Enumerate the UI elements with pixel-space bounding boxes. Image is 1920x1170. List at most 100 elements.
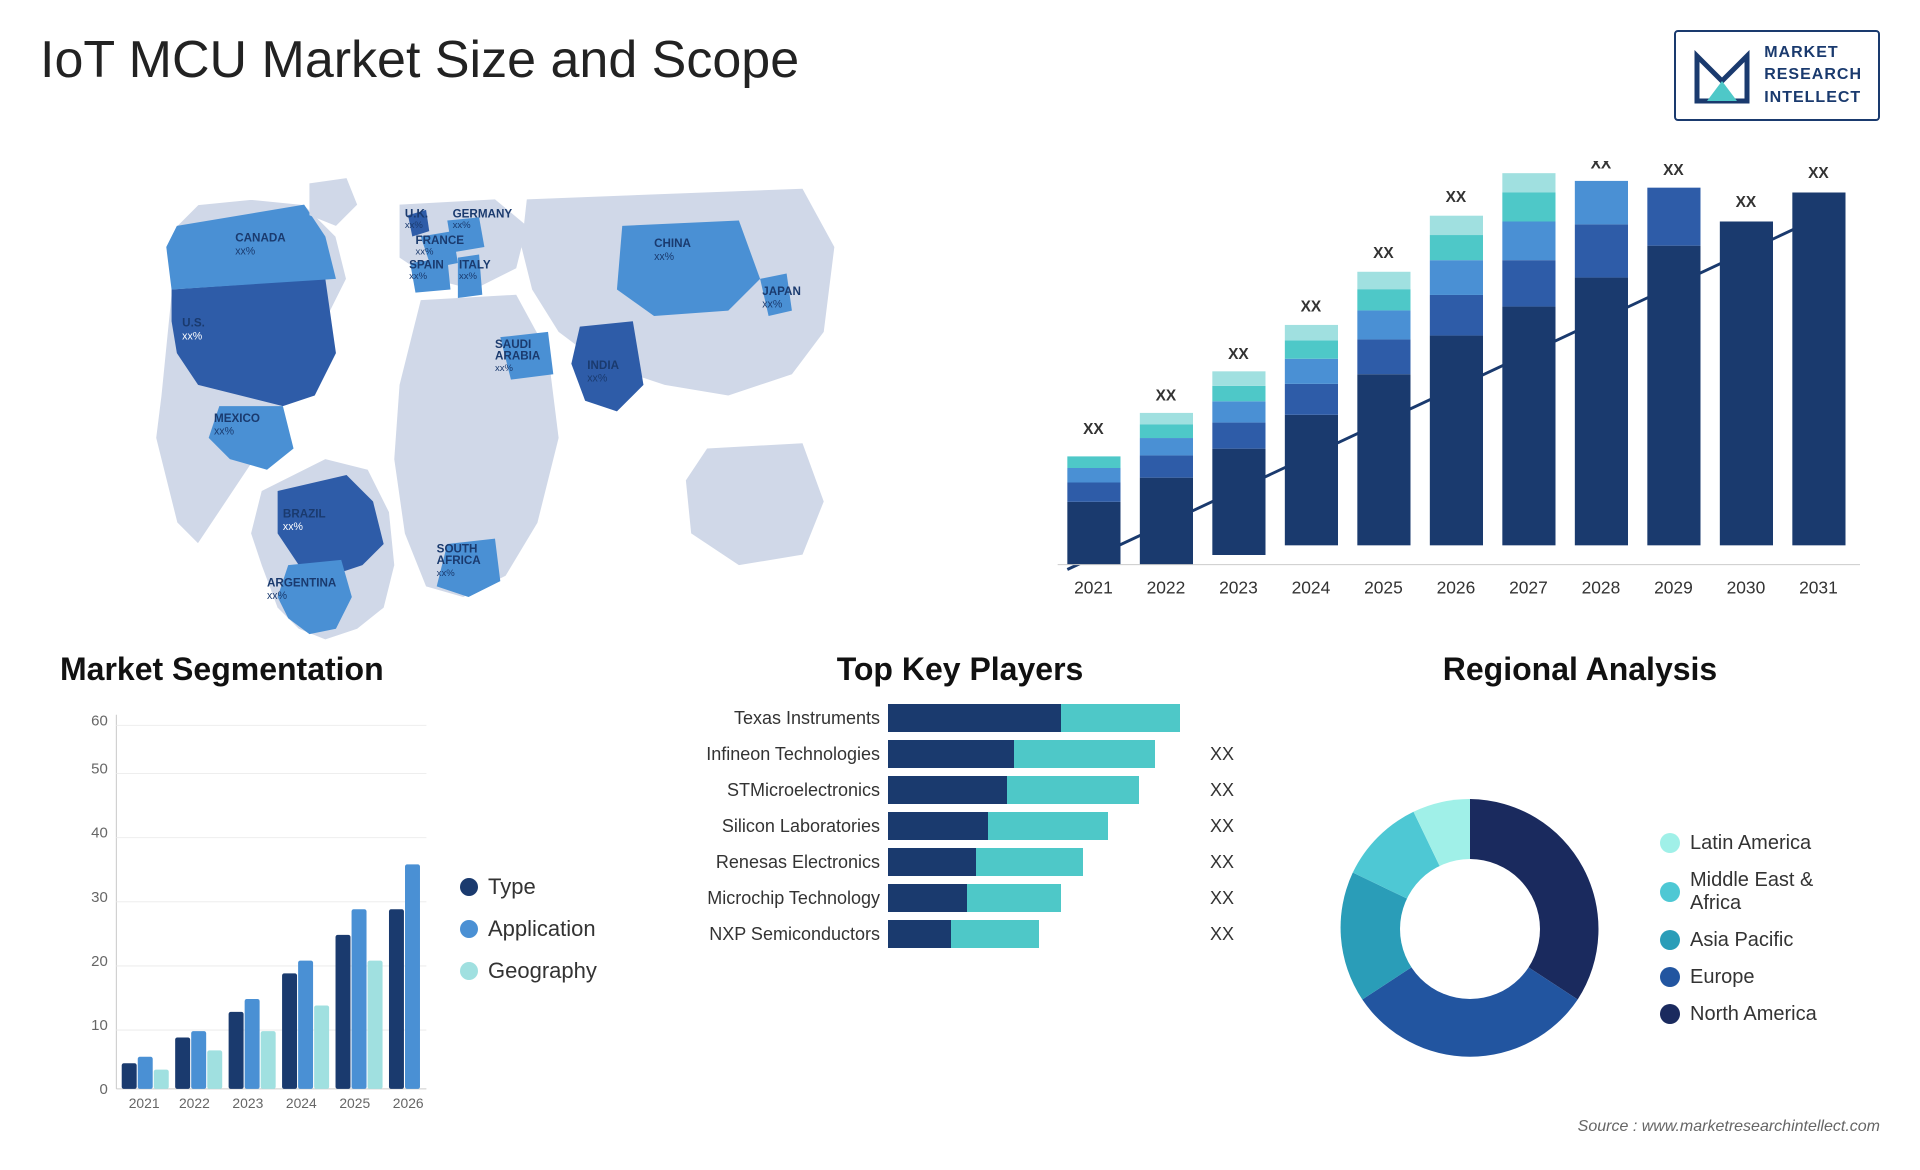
- player-xx-microchip: XX: [1210, 888, 1240, 909]
- legend-dot-latin: [1660, 833, 1680, 853]
- player-name-st: STMicroelectronics: [680, 780, 880, 801]
- legend-label-application: Application: [488, 916, 596, 942]
- legend-geography: Geography: [460, 958, 620, 984]
- player-bar-st: [888, 776, 1202, 804]
- svg-text:XX: XX: [1663, 162, 1684, 179]
- svg-text:ITALY: ITALY: [459, 258, 491, 271]
- svg-text:2025: 2025: [339, 1095, 370, 1111]
- svg-text:2026: 2026: [393, 1095, 424, 1111]
- regional-section: Regional Analysis: [1280, 641, 1880, 1170]
- svg-text:xx%: xx%: [762, 299, 783, 311]
- legend-dot-europe: [1660, 967, 1680, 987]
- svg-text:xx%: xx%: [409, 271, 428, 282]
- svg-text:30: 30: [91, 889, 108, 906]
- svg-text:GERMANY: GERMANY: [453, 208, 513, 221]
- segmentation-title: Market Segmentation: [60, 651, 620, 688]
- player-bar-dark-texas: [888, 704, 1061, 732]
- svg-text:2029: 2029: [1654, 578, 1693, 598]
- player-bar-cyan-st: [1007, 776, 1139, 804]
- player-bar-dark-renesas: [888, 848, 976, 876]
- player-bar-cyan-infineon: [1014, 740, 1155, 768]
- svg-text:10: 10: [91, 1017, 108, 1034]
- legend-dot-application: [460, 920, 478, 938]
- source-text: Source : www.marketresearchintellect.com: [1578, 1118, 1880, 1136]
- svg-text:JAPAN: JAPAN: [762, 285, 801, 298]
- svg-text:MEXICO: MEXICO: [214, 412, 260, 425]
- player-row-infineon: Infineon Technologies XX: [680, 740, 1240, 768]
- regional-title: Regional Analysis: [1300, 651, 1860, 688]
- player-row-st: STMicroelectronics XX: [680, 776, 1240, 804]
- svg-text:2031: 2031: [1799, 578, 1838, 598]
- player-bars: Texas Instruments Infineon Technologies …: [680, 704, 1240, 948]
- player-row-texas: Texas Instruments: [680, 704, 1240, 732]
- svg-text:SPAIN: SPAIN: [409, 258, 444, 271]
- svg-text:2024: 2024: [1292, 578, 1331, 598]
- svg-text:XX: XX: [1518, 161, 1539, 163]
- svg-text:2027: 2027: [1509, 578, 1548, 598]
- legend-dot-asia: [1660, 930, 1680, 950]
- svg-text:2023: 2023: [232, 1095, 263, 1111]
- player-name-microchip: Microchip Technology: [680, 888, 880, 909]
- player-bar-dark-nxp: [888, 920, 951, 948]
- svg-text:ARABIA: ARABIA: [495, 350, 541, 363]
- legend-dot-geography: [460, 962, 478, 980]
- svg-text:50: 50: [91, 761, 108, 778]
- logo-text: MARKETRESEARCHINTELLECT: [1764, 42, 1862, 109]
- svg-text:2026: 2026: [1437, 578, 1476, 598]
- player-row-silicon: Silicon Laboratories XX: [680, 812, 1240, 840]
- player-bar-infineon: [888, 740, 1202, 768]
- svg-text:xx%: xx%: [214, 426, 235, 438]
- logo-container: MARKETRESEARCHINTELLECT: [1674, 30, 1880, 121]
- player-xx-nxp: XX: [1210, 924, 1240, 945]
- legend-application: Application: [460, 916, 620, 942]
- svg-text:2021: 2021: [1074, 578, 1113, 598]
- legend-label-latin: Latin America: [1690, 832, 1811, 855]
- logo-icon: [1692, 46, 1752, 106]
- player-name-infineon: Infineon Technologies: [680, 744, 880, 765]
- top-row: CANADA xx% U.S. xx% MEXICO xx% BRAZIL xx…: [40, 141, 1880, 631]
- player-xx-silicon: XX: [1210, 816, 1240, 837]
- svg-text:xx%: xx%: [459, 271, 478, 282]
- svg-text:2025: 2025: [1364, 578, 1403, 598]
- growth-chart-section: XX 2021 XX 2022 XX 2023: [970, 141, 1880, 650]
- svg-text:xx%: xx%: [283, 521, 304, 533]
- svg-text:2022: 2022: [179, 1095, 210, 1111]
- player-bar-cyan-renesas: [976, 848, 1083, 876]
- key-players-section: Top Key Players Texas Instruments Infine…: [660, 641, 1260, 1170]
- legend-type: Type: [460, 874, 620, 900]
- svg-text:XX: XX: [1228, 346, 1249, 363]
- legend-label-mea: Middle East &Africa: [1690, 869, 1813, 915]
- seg-chart-area: 0 10 20 30 40 50 60: [60, 704, 620, 1153]
- player-bar-dark-infineon: [888, 740, 1014, 768]
- svg-text:xx%: xx%: [267, 590, 288, 602]
- svg-text:FRANCE: FRANCE: [415, 234, 464, 247]
- player-row-nxp: NXP Semiconductors XX: [680, 920, 1240, 948]
- svg-text:2023: 2023: [1219, 578, 1258, 598]
- svg-text:xx%: xx%: [654, 251, 675, 263]
- svg-text:2024: 2024: [286, 1095, 317, 1111]
- player-xx-infineon: XX: [1210, 744, 1240, 765]
- map-section: CANADA xx% U.S. xx% MEXICO xx% BRAZIL xx…: [40, 141, 950, 650]
- svg-text:xx%: xx%: [235, 246, 256, 258]
- svg-text:xx%: xx%: [405, 220, 424, 231]
- key-players-title: Top Key Players: [680, 651, 1240, 688]
- world-map-svg: CANADA xx% U.S. xx% MEXICO xx% BRAZIL xx…: [40, 141, 950, 650]
- svg-text:XX: XX: [1083, 421, 1104, 438]
- svg-text:ARGENTINA: ARGENTINA: [267, 577, 337, 590]
- player-bar-cyan-texas: [1061, 704, 1180, 732]
- svg-text:xx%: xx%: [182, 330, 203, 342]
- seg-legend: Type Application Geography: [460, 704, 620, 1153]
- svg-text:60: 60: [91, 713, 108, 730]
- svg-text:xx%: xx%: [495, 363, 514, 374]
- legend-label-europe: Europe: [1690, 966, 1755, 989]
- svg-text:40: 40: [91, 825, 108, 842]
- svg-text:2021: 2021: [129, 1095, 160, 1111]
- svg-text:XX: XX: [1808, 165, 1829, 182]
- segmentation-section: Market Segmentation 0 10 20 30 40 50 60: [40, 641, 640, 1170]
- page-container: IoT MCU Market Size and Scope MARKETRESE…: [0, 0, 1920, 1146]
- player-xx-st: XX: [1210, 780, 1240, 801]
- player-bar-cyan-silicon: [988, 812, 1107, 840]
- player-bar-renesas: [888, 848, 1202, 876]
- player-bar-dark-microchip: [888, 884, 967, 912]
- growth-bar-chart: XX 2021 XX 2022 XX 2023: [990, 161, 1860, 630]
